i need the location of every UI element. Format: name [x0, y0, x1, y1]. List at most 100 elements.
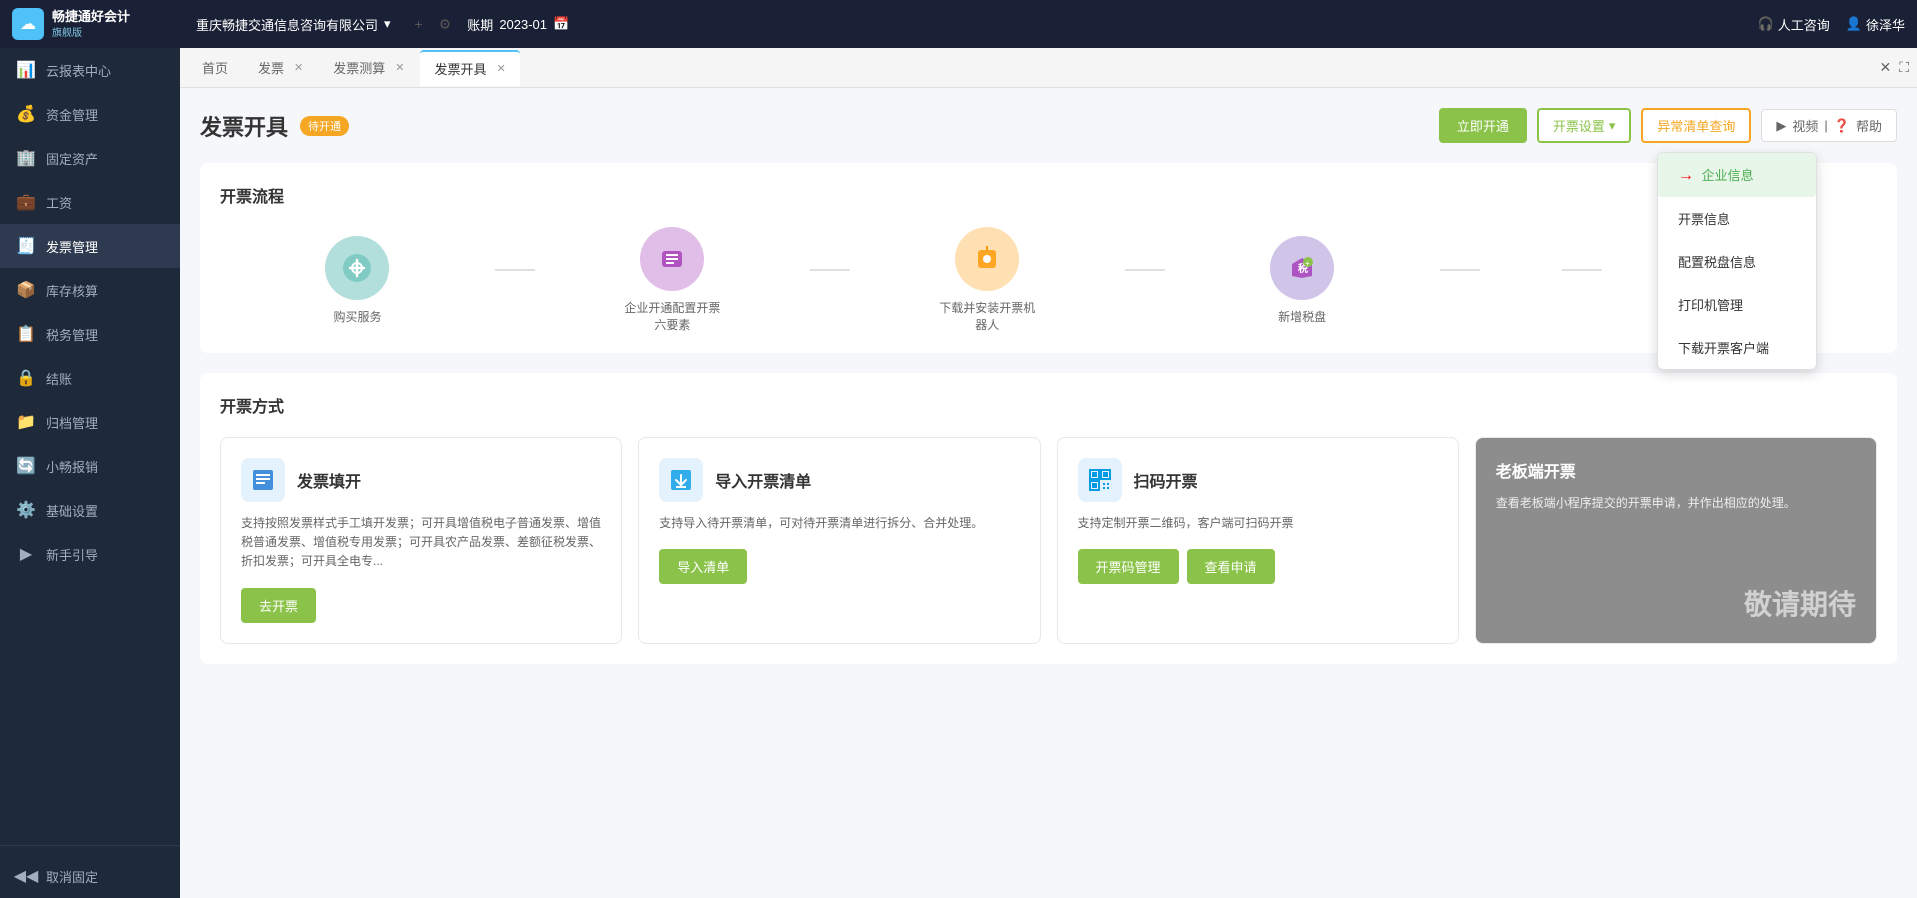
exception-button[interactable]: 异常清单查询 [1641, 108, 1751, 143]
tab-invoice-issue[interactable]: 发票开具 ✕ [420, 50, 519, 86]
tab-close-icon[interactable]: ✕ [1879, 59, 1891, 76]
settings-dropdown: → 企业信息 开票信息 配置税盘信息 打印机管理 [1657, 152, 1817, 370]
tab-invoice-calc-close[interactable]: ✕ [395, 61, 404, 74]
settings-icon[interactable]: ⚙ [439, 16, 452, 33]
closing-icon: 🔒 [16, 368, 36, 388]
qr-manage-button[interactable]: 开票码管理 [1078, 549, 1179, 584]
method-import-desc: 支持导入待开票清单，可对待开票清单进行拆分、合并处理。 [659, 514, 1019, 533]
dropdown-item-printer[interactable]: 打印机管理 [1658, 283, 1816, 326]
unpin-icon: ◀◀ [16, 866, 36, 886]
dropdown-item-download[interactable]: 下载开票客户端 [1658, 326, 1816, 369]
method-boss-title: 老板端开票 [1496, 458, 1576, 482]
flow-step-4: 税+ 新增税盘 [1165, 236, 1440, 325]
method-fill-actions: 去开票 [241, 588, 601, 623]
app-container: ☁ 畅捷通好会计 旗舰版 重庆畅捷交通信息咨询有限公司 ▾ + ⚙ 账期 202… [0, 0, 1917, 898]
dropdown-label-company: 企业信息 [1702, 168, 1754, 183]
dropdown-item-company[interactable]: → 企业信息 [1658, 153, 1816, 197]
sidebar-item-settings[interactable]: ⚙️ 基础设置 [0, 488, 180, 532]
chevron-icon: ▾ [1609, 118, 1616, 134]
logo-text-block: 畅捷通好会计 旗舰版 [52, 9, 130, 40]
tab-maximize-icon[interactable]: ⛶ [1899, 59, 1909, 76]
sidebar-item-archive[interactable]: 📁 归档管理 [0, 400, 180, 444]
tab-invoice-close[interactable]: ✕ [294, 61, 303, 74]
video-help-button[interactable]: ▶ 视频 | ❓ 帮助 [1761, 109, 1897, 142]
sidebar-item-salary[interactable]: 💼 工资 [0, 180, 180, 224]
connector-1 [495, 269, 535, 271]
step-icon-4: 税+ [1270, 236, 1334, 300]
help-label: 帮助 [1856, 116, 1882, 135]
flow-section-title: 开票流程 [220, 183, 1877, 207]
company-selector[interactable]: 重庆畅捷交通信息咨询有限公司 ▾ [188, 11, 399, 38]
support-btn[interactable]: 🎧 人工咨询 [1758, 15, 1830, 34]
tab-invoice-issue-close[interactable]: ✕ [497, 62, 506, 75]
connector-4 [1440, 269, 1480, 271]
chevron-down-icon: ▾ [384, 16, 391, 32]
view-apply-button[interactable]: 查看申请 [1187, 549, 1275, 584]
sidebar-label-archive: 归档管理 [46, 413, 98, 432]
tab-invoice-calc[interactable]: 发票测算 ✕ [319, 50, 418, 86]
headset-icon: 🎧 [1758, 16, 1774, 32]
video-label: 视频 [1792, 116, 1818, 135]
tab-invoice[interactable]: 发票 ✕ [244, 50, 317, 86]
methods-section-title: 开票方式 [220, 393, 1877, 417]
step-label-2: 企业开通配置开票六要素 [622, 299, 722, 333]
period-label: 账期 [467, 15, 493, 34]
period-info: 账期 2023-01 📅 [467, 15, 569, 34]
red-arrow: → [1678, 167, 1694, 184]
logo-icon: ☁ [12, 8, 44, 40]
sidebar-label-expense: 小畅报销 [46, 457, 98, 476]
settings-button-label: 开票设置 [1553, 116, 1605, 135]
step-label-1: 购买服务 [333, 308, 381, 325]
sidebar-item-closing[interactable]: 🔒 结账 [0, 356, 180, 400]
sidebar-item-assets[interactable]: 🏢 固定资产 [0, 136, 180, 180]
sidebar-item-inventory[interactable]: 📦 库存核算 [0, 268, 180, 312]
flow-step-3: 下载并安装开票机器人 [850, 227, 1125, 333]
salary-icon: 💼 [16, 192, 36, 212]
top-bar: ☁ 畅捷通好会计 旗舰版 重庆畅捷交通信息咨询有限公司 ▾ + ⚙ 账期 202… [0, 0, 1917, 48]
connector-3 [1125, 269, 1165, 271]
step-icon-3 [955, 227, 1019, 291]
user-icon: 👤 [1846, 16, 1862, 32]
sidebar-item-funds[interactable]: 💰 资金管理 [0, 92, 180, 136]
settings-button[interactable]: 开票设置 ▾ [1537, 108, 1632, 143]
method-boss-desc: 查看老板端小程序提交的开票申请，并作出相应的处理。 [1496, 494, 1856, 513]
calendar-icon[interactable]: 📅 [553, 16, 569, 32]
funds-icon: 💰 [16, 104, 36, 124]
method-boss-header: 老板端开票 [1496, 458, 1856, 482]
connector-2 [810, 269, 850, 271]
status-badge: 待开通 [300, 116, 349, 136]
sidebar-item-tax[interactable]: 📋 税务管理 [0, 312, 180, 356]
dropdown-label-tax-config: 配置税盘信息 [1678, 255, 1756, 270]
tab-actions: ✕ ⛶ [1879, 59, 1909, 76]
archive-icon: 📁 [16, 412, 36, 432]
step-label-4: 新增税盘 [1278, 308, 1326, 325]
method-import-header: 导入开票清单 [659, 458, 1019, 502]
user-menu[interactable]: 👤 徐泽华 [1846, 15, 1905, 34]
method-import-icon [659, 458, 703, 502]
methods-section: 开票方式 发票填开 支持按照发票样式手工填开发票；可开具增值税电子普通发票、增值… [200, 373, 1897, 664]
tab-home[interactable]: 首页 [188, 50, 242, 86]
dropdown-item-invoice-info[interactable]: 开票信息 [1658, 197, 1816, 240]
flow-step-2: 企业开通配置开票六要素 [535, 227, 810, 333]
sidebar-item-expense[interactable]: 🔄 小畅报销 [0, 444, 180, 488]
sidebar-bottom: ◀◀ 取消固定 [0, 845, 180, 898]
header-actions: 立即开通 开票设置 ▾ 异常清单查询 ▶ 视频 | ❓ 帮助 [1439, 108, 1897, 143]
methods-grid: 发票填开 支持按照发票样式手工填开发票；可开具增值税电子普通发票、增值税普通发票… [220, 437, 1877, 644]
sidebar-label-assets: 固定资产 [46, 149, 98, 168]
method-scan-title: 扫码开票 [1134, 468, 1198, 492]
tab-invoice-issue-label: 发票开具 [434, 59, 486, 78]
sidebar-item-reports[interactable]: 📊 云报表中心 [0, 48, 180, 92]
assets-icon: 🏢 [16, 148, 36, 168]
sidebar-item-guide[interactable]: ▶ 新手引导 [0, 532, 180, 576]
import-list-button[interactable]: 导入清单 [659, 549, 747, 584]
activate-button[interactable]: 立即开通 [1439, 108, 1527, 143]
settings-sidebar-icon: ⚙️ [16, 500, 36, 520]
tax-icon: 📋 [16, 324, 36, 344]
page-header: 发票开具 待开通 立即开通 开票设置 ▾ 异常清单查询 ▶ 视频 | [200, 108, 1897, 143]
coming-soon-overlay: 敬请期待 [1744, 583, 1856, 623]
goto-invoice-button[interactable]: 去开票 [241, 588, 316, 623]
dropdown-item-tax-config[interactable]: 配置税盘信息 [1658, 240, 1816, 283]
sidebar-item-unpin[interactable]: ◀◀ 取消固定 [0, 854, 180, 898]
separator: | [1824, 118, 1827, 133]
sidebar-item-invoice[interactable]: 🧾 发票管理 [0, 224, 180, 268]
